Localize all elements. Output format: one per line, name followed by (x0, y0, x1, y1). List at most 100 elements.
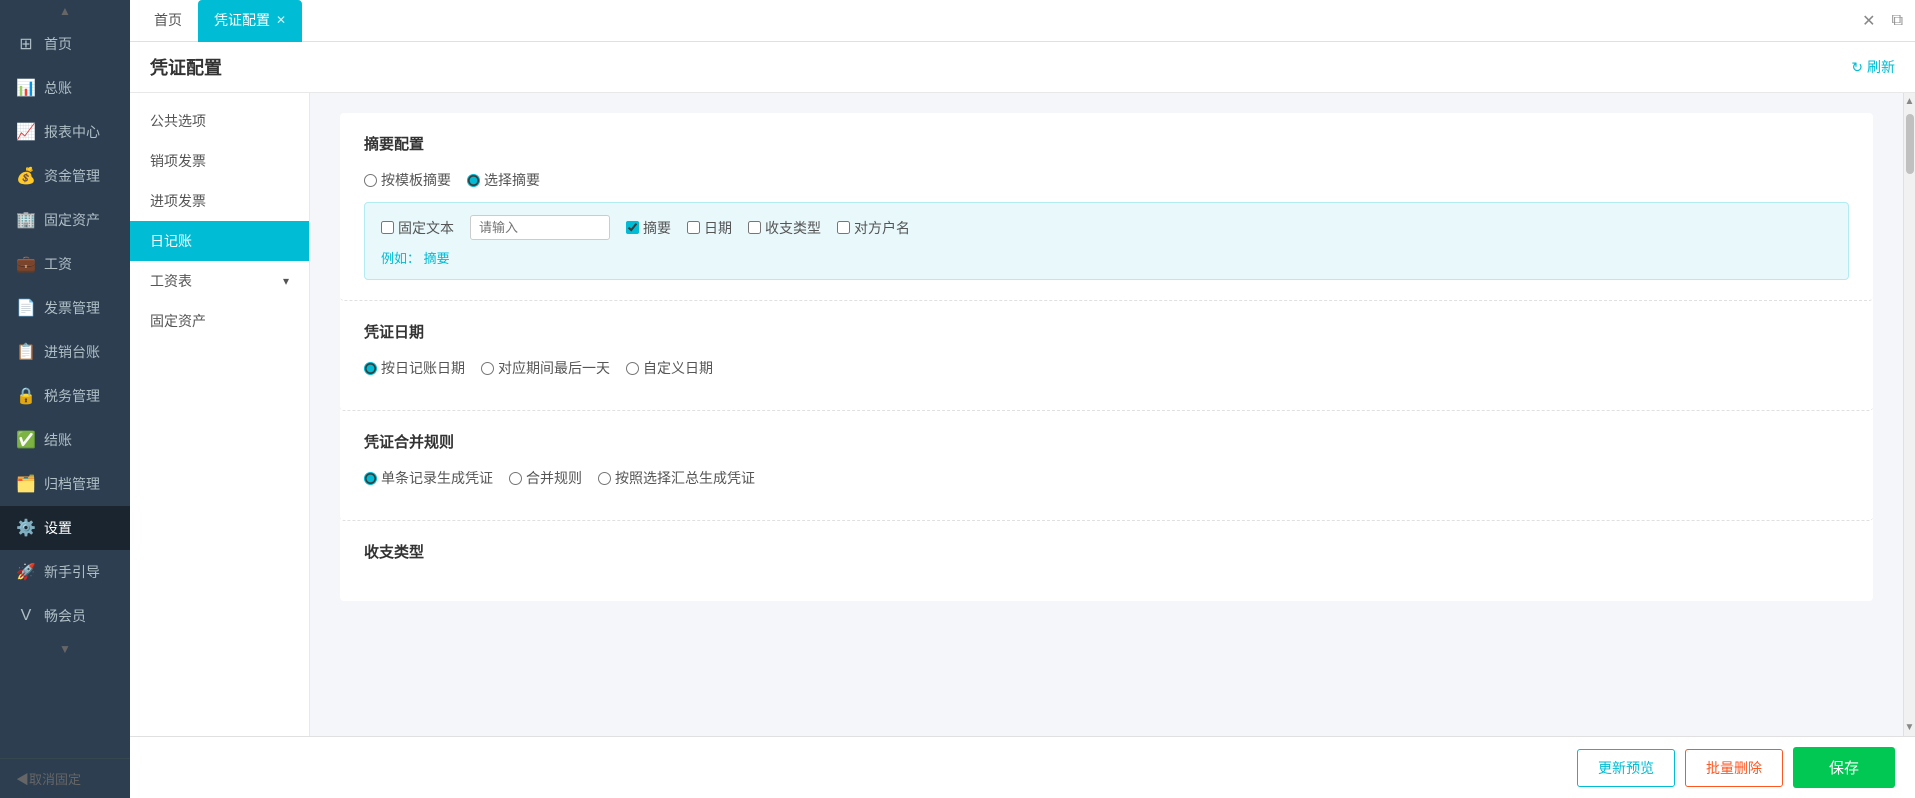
sidebar-item-label: 进销台账 (44, 342, 100, 362)
sidebar-scroll-up[interactable]: ▲ (0, 0, 130, 22)
body-layout: 公共选项 销项发票 进项发票 日记账 工资表 ▾ 固定资产 (130, 93, 1915, 736)
sidebar-item-salary[interactable]: 💼 工资 (0, 242, 130, 286)
checkbox-abstract-input[interactable] (626, 221, 639, 234)
sidebar-item-archive[interactable]: 🗂️ 归档管理 (0, 462, 130, 506)
merge-radio-row: 单条记录生成凭证 合并规则 按照选择汇总生成凭证 (364, 468, 1849, 488)
refresh-button[interactable]: ↻ 刷新 (1851, 57, 1895, 77)
checkbox-fixed-text[interactable]: 固定文本 (381, 218, 454, 238)
tab-restore-window-button[interactable]: ⧉ (1888, 8, 1907, 34)
sidebar-item-home[interactable]: ⊞ 首页 (0, 22, 130, 66)
left-nav-item-label: 进项发票 (150, 191, 206, 211)
invoice-icon: 📄 (16, 298, 36, 318)
sidebar-item-guide[interactable]: 🚀 新手引导 (0, 550, 130, 594)
scroll-thumb[interactable] (1906, 114, 1914, 174)
checkbox-abstract[interactable]: 摘要 (626, 218, 671, 238)
sidebar-item-assets[interactable]: 🏢 固定资产 (0, 198, 130, 242)
tax-icon: 🔒 (16, 386, 36, 406)
salary-icon: 💼 (16, 254, 36, 274)
radio-single[interactable]: 单条记录生成凭证 (364, 468, 493, 488)
tab-voucher-config-label: 凭证配置 (214, 10, 270, 30)
sidebar-item-label: 首页 (44, 34, 72, 54)
left-nav-item-diary[interactable]: 日记账 (130, 221, 309, 261)
radio-merge-rules-input[interactable] (509, 472, 522, 485)
left-nav-item-label: 日记账 (150, 231, 192, 251)
radio-by-due-date[interactable]: 对应期间最后一天 (481, 358, 610, 378)
left-nav-item-public[interactable]: 公共选项 (130, 101, 309, 141)
radio-template-abstract-label: 按模板摘要 (381, 170, 451, 190)
radio-merge-rules-label: 合并规则 (526, 468, 582, 488)
checkbox-counterparty-input[interactable] (837, 221, 850, 234)
sidebar-item-label: 工资 (44, 254, 72, 274)
fixed-text-input[interactable] (470, 215, 610, 240)
guide-icon: 🚀 (16, 562, 36, 582)
checkbox-date-label: 日期 (704, 218, 732, 238)
sidebar-item-settle[interactable]: ✅ 结账 (0, 418, 130, 462)
checkbox-fixed-text-input[interactable] (381, 221, 394, 234)
left-nav-item-sales-invoice[interactable]: 销项发票 (130, 141, 309, 181)
radio-by-diary-date[interactable]: 按日记账日期 (364, 358, 465, 378)
batch-delete-button[interactable]: 批量删除 (1685, 749, 1783, 787)
left-nav-item-purchase-invoice[interactable]: 进项发票 (130, 181, 309, 221)
save-button[interactable]: 保存 (1793, 747, 1895, 788)
radio-select-abstract[interactable]: 选择摘要 (467, 170, 540, 190)
sidebar-item-capital[interactable]: 💰 资金管理 (0, 154, 130, 198)
radio-template-abstract[interactable]: 按模板摘要 (364, 170, 451, 190)
sidebar-item-report[interactable]: 📈 报表中心 (0, 110, 130, 154)
sidebar-item-settings[interactable]: ⚙️ 设置 (0, 506, 130, 550)
tab-close-icon[interactable]: ✕ (276, 13, 286, 27)
sidebar-item-member[interactable]: V 畅会员 (0, 594, 130, 638)
checkbox-abstract-label: 摘要 (643, 218, 671, 238)
checkbox-fixed-text-label: 固定文本 (398, 218, 454, 238)
radio-template-abstract-input[interactable] (364, 174, 377, 187)
radio-select-abstract-input[interactable] (467, 174, 480, 187)
abstract-checkbox-row: 固定文本 摘要 日期 (381, 215, 1832, 240)
radio-by-selection-input[interactable] (598, 472, 611, 485)
sidebar-item-ledger[interactable]: 📊 总账 (0, 66, 130, 110)
tab-voucher-config[interactable]: 凭证配置 ✕ (198, 0, 302, 42)
tab-close-window-button[interactable]: ✕ (1858, 7, 1879, 35)
sidebar-item-label: 畅会员 (44, 606, 86, 626)
checkbox-counterparty[interactable]: 对方户名 (837, 218, 910, 238)
report-icon: 📈 (16, 122, 36, 142)
settle-icon: ✅ (16, 430, 36, 450)
checkbox-income-type[interactable]: 收支类型 (748, 218, 821, 238)
refresh-icon: ↻ (1851, 59, 1863, 76)
sidebar-item-sales-ledger[interactable]: 📋 进销台账 (0, 330, 130, 374)
chart-icon: 📊 (16, 78, 36, 98)
radio-select-abstract-label: 选择摘要 (484, 170, 540, 190)
radio-single-input[interactable] (364, 472, 377, 485)
radio-merge-rules[interactable]: 合并规则 (509, 468, 582, 488)
radio-custom-date[interactable]: 自定义日期 (626, 358, 713, 378)
sidebar-item-label: 新手引导 (44, 562, 100, 582)
sidebar-item-invoice-mgmt[interactable]: 📄 发票管理 (0, 286, 130, 330)
checkbox-income-type-input[interactable] (748, 221, 761, 234)
update-preview-button[interactable]: 更新预览 (1577, 749, 1675, 787)
merge-section-title: 凭证合并规则 (364, 431, 1849, 452)
checkbox-date-input[interactable] (687, 221, 700, 234)
sidebar-item-tax[interactable]: 🔒 税务管理 (0, 374, 130, 418)
radio-by-due-date-input[interactable] (481, 362, 494, 375)
sidebar-item-label: 总账 (44, 78, 72, 98)
ledger-icon: 📋 (16, 342, 36, 362)
radio-custom-date-input[interactable] (626, 362, 639, 375)
radio-by-diary-date-input[interactable] (364, 362, 377, 375)
tab-home[interactable]: 首页 (138, 0, 198, 42)
sidebar-item-label: 结账 (44, 430, 72, 450)
radio-by-diary-date-label: 按日记账日期 (381, 358, 465, 378)
date-radio-row: 按日记账日期 对应期间最后一天 自定义日期 (364, 358, 1849, 378)
sidebar-unpin-button[interactable]: ◀取消固定 (0, 758, 130, 798)
checkbox-date[interactable]: 日期 (687, 218, 732, 238)
right-scrollbar[interactable]: ▲ ▼ (1903, 93, 1915, 736)
left-nav-item-fixed-assets[interactable]: 固定资产 (130, 301, 309, 341)
income-section: 收支类型 (340, 521, 1873, 601)
left-nav-item-label: 销项发票 (150, 151, 206, 171)
sidebar-scroll-down[interactable]: ▼ (0, 638, 130, 660)
date-section-title: 凭证日期 (364, 321, 1849, 342)
radio-by-selection[interactable]: 按照选择汇总生成凭证 (598, 468, 755, 488)
left-nav-item-payroll[interactable]: 工资表 ▾ (130, 261, 309, 301)
member-icon: V (16, 607, 36, 625)
scroll-down-arrow[interactable]: ▼ (1902, 719, 1915, 736)
scroll-up-arrow[interactable]: ▲ (1902, 93, 1915, 110)
left-nav-item-label: 固定资产 (150, 311, 206, 331)
tab-bar-actions: ✕ ⧉ (1858, 7, 1907, 35)
